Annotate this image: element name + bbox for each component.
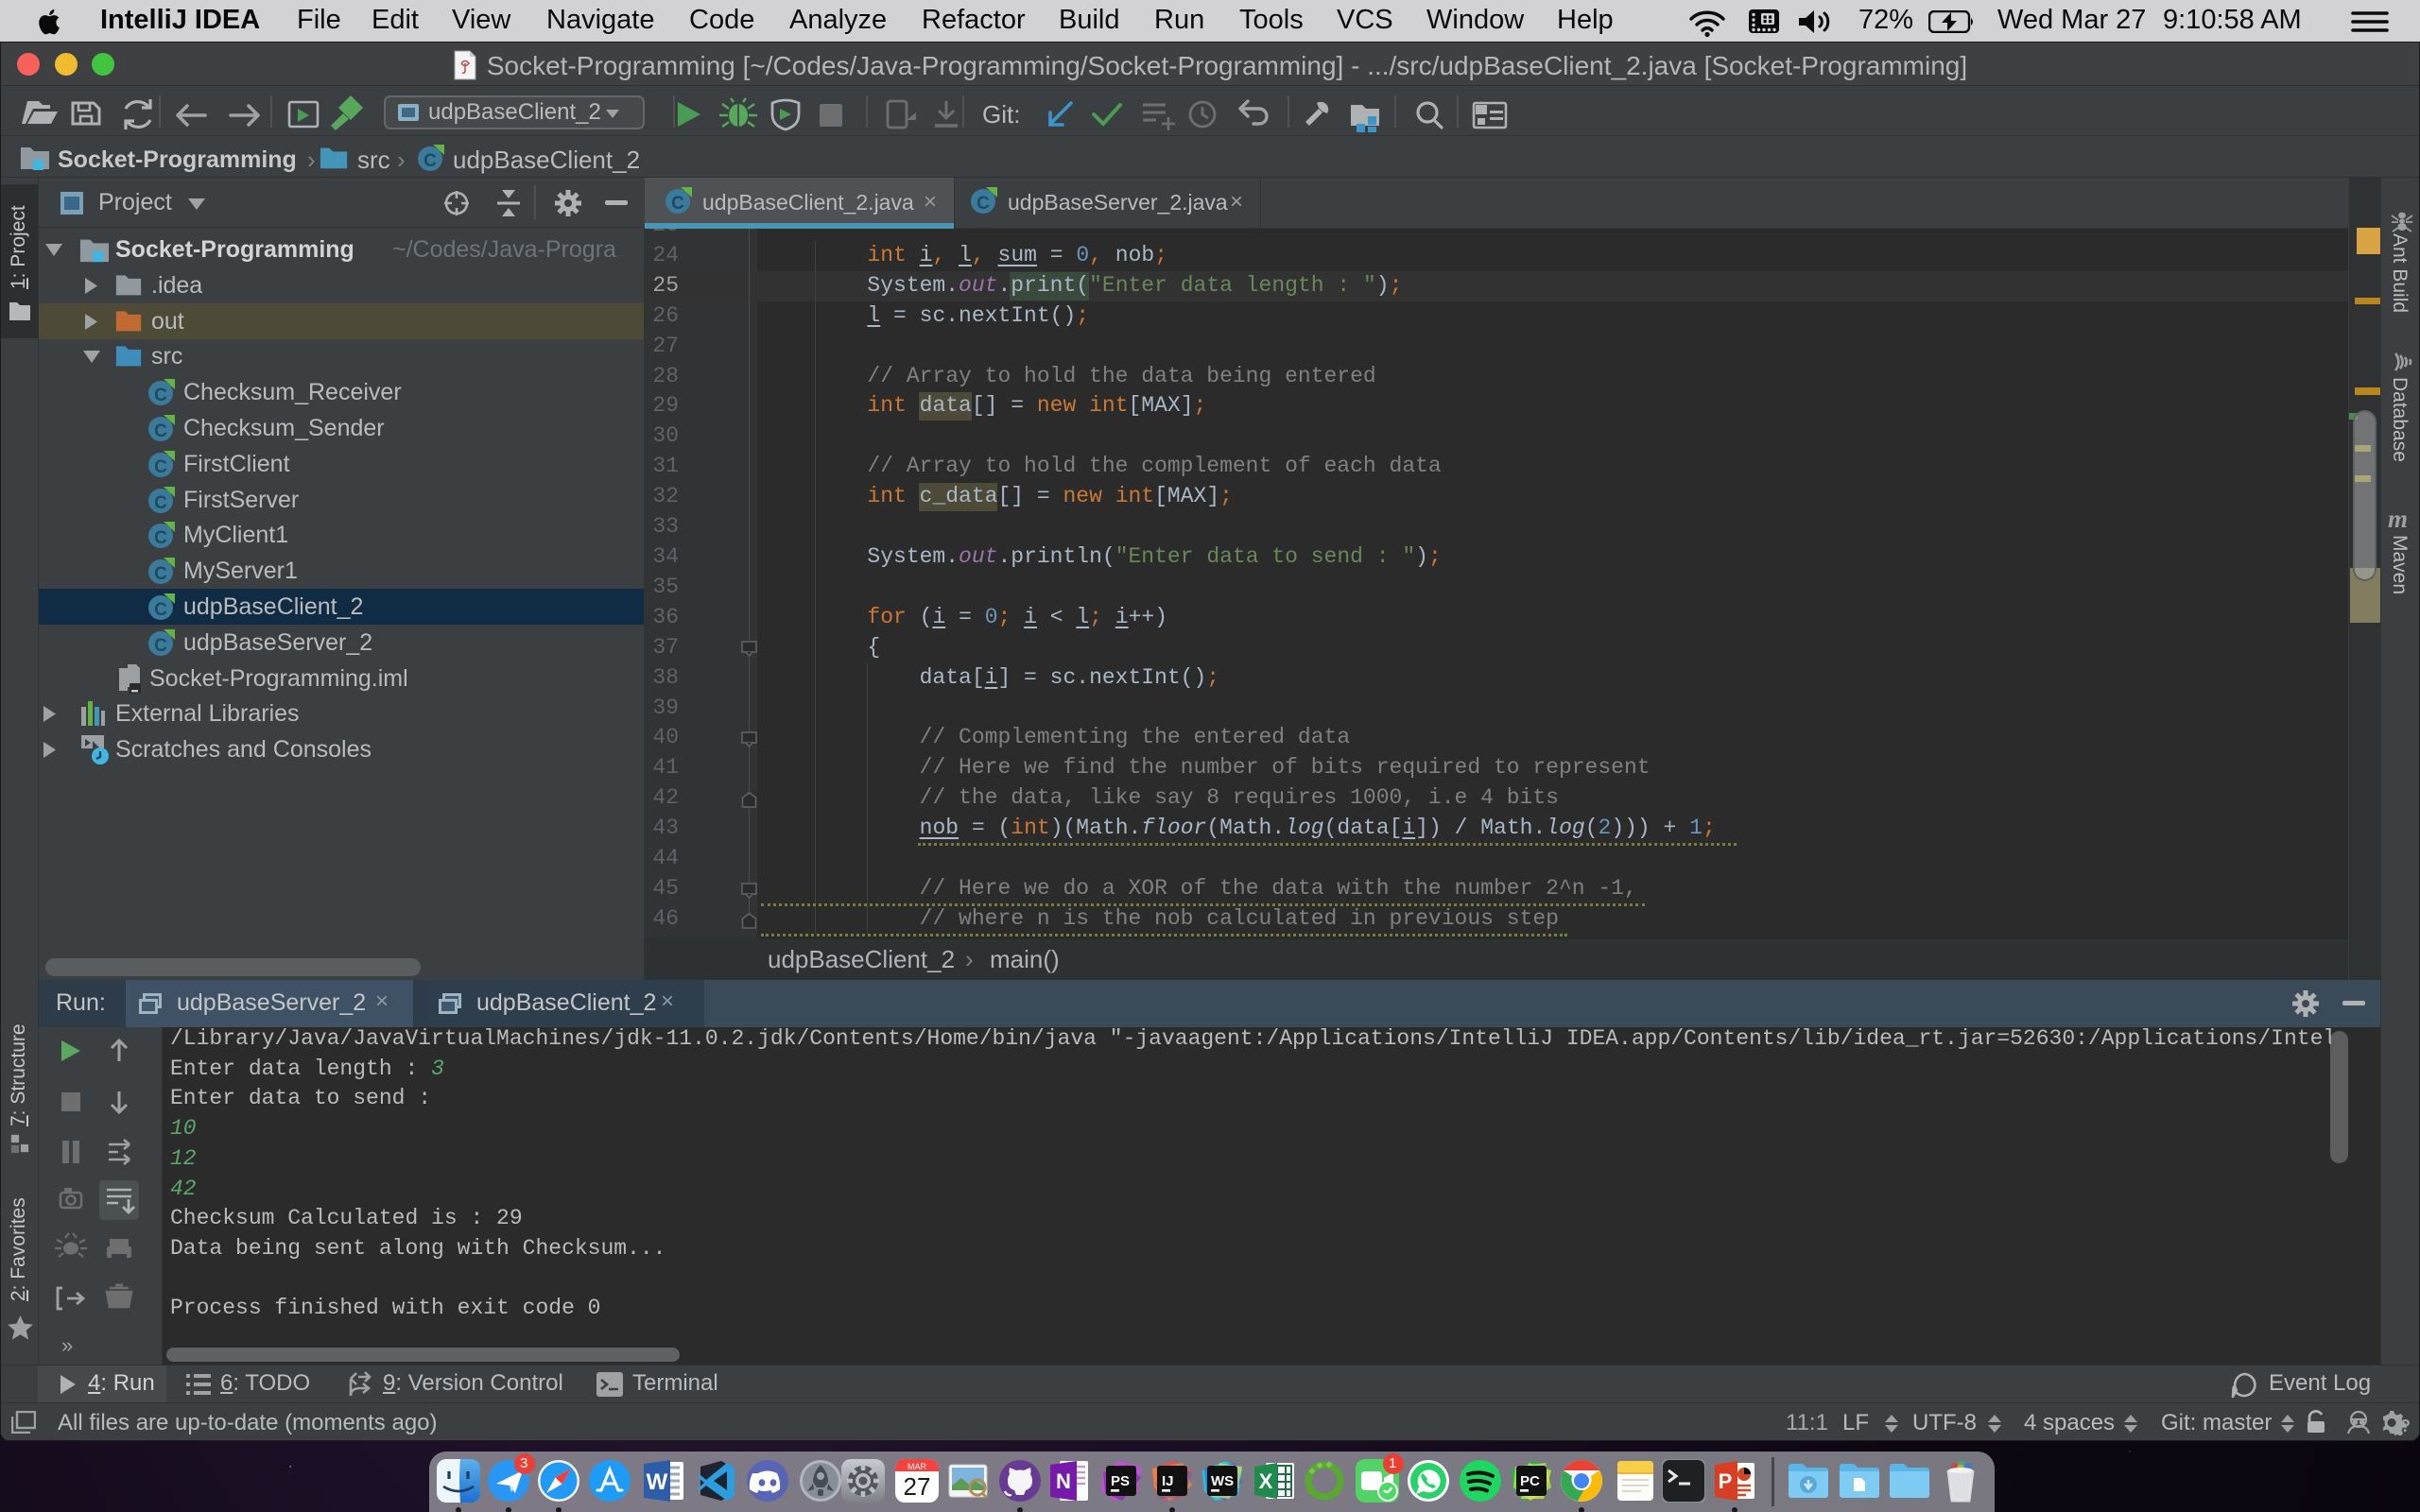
- svg-text:P: P: [1719, 1469, 1733, 1493]
- svg-text:C: C: [154, 421, 167, 441]
- svg-text:PS: PS: [1111, 1473, 1130, 1489]
- svg-text:C: C: [154, 386, 167, 405]
- svg-text:N: N: [1056, 1469, 1071, 1493]
- svg-text:IJ: IJ: [1162, 1473, 1174, 1489]
- svg-text:C: C: [154, 564, 167, 584]
- svg-text:C: C: [424, 151, 437, 171]
- svg-text:C: C: [154, 457, 167, 477]
- svg-text:C: C: [154, 528, 167, 548]
- svg-text:udpBaseClient_2: udpBaseClient_2: [428, 99, 601, 125]
- svg-text:?: ?: [2400, 1417, 2411, 1435]
- svg-text:MAR: MAR: [908, 1462, 927, 1471]
- svg-text:C: C: [154, 493, 167, 513]
- svg-text:W: W: [647, 1469, 668, 1495]
- svg-text:X: X: [1259, 1469, 1273, 1493]
- svg-text:C: C: [977, 194, 990, 214]
- svg-text:»: »: [61, 1333, 73, 1357]
- svg-text:WS: WS: [1211, 1473, 1234, 1489]
- svg-text:C: C: [154, 636, 167, 656]
- svg-text:C: C: [671, 194, 684, 214]
- svg-text:Git:: Git:: [982, 100, 1020, 129]
- svg-text:PC: PC: [1520, 1473, 1540, 1489]
- svg-text:C: C: [154, 600, 167, 620]
- svg-text:27: 27: [904, 1472, 931, 1501]
